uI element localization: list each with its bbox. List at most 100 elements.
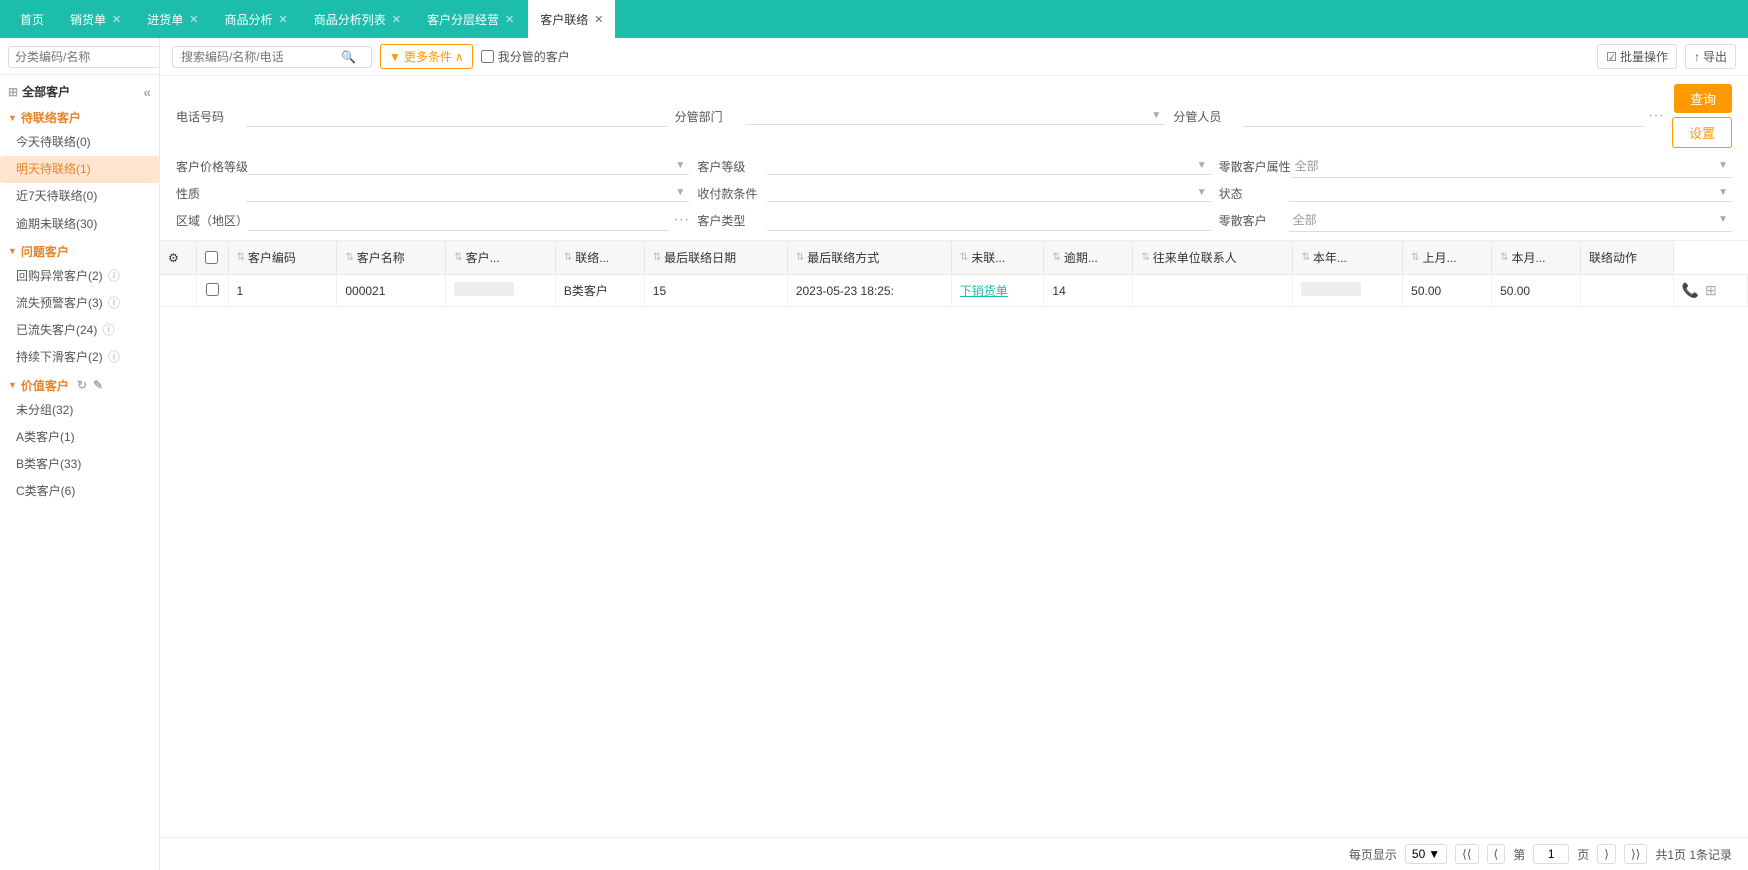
col-action-label: 联络动作: [1589, 249, 1637, 266]
nav-tab-product-analysis-close[interactable]: ✕: [279, 13, 288, 26]
row-last-month: 50.00: [1500, 284, 1530, 298]
sidebar-item-repurchase-abnormal[interactable]: 回购异常客户(2) ⓘ: [0, 263, 159, 290]
status-label: 状态: [1219, 185, 1289, 202]
nav-tab-customer-contact[interactable]: 客户联络 ✕: [528, 0, 615, 38]
row-cust-type: B类客户: [564, 284, 608, 298]
row-lcd: 2023-05-23 18:25:: [796, 284, 894, 298]
dept-select[interactable]: ▼: [745, 107, 1166, 125]
filter-bar: 🔍 ▼ 更多条件 ∧ 我分管的客户 ☑ 批量操作 ↑ 导出: [160, 38, 1748, 76]
my-customers-checkbox[interactable]: [481, 50, 494, 63]
sidebar-item-tomorrow-pending[interactable]: 明天待联络(1): [0, 156, 159, 183]
sidebar-item-a-class[interactable]: A类客户(1): [0, 424, 159, 451]
last-page-button[interactable]: ⟩⟩: [1624, 844, 1647, 864]
checkbox-icon: ☑: [1606, 50, 1617, 64]
gender-select[interactable]: ▼: [246, 184, 689, 202]
col-uc-label: 未联...: [971, 249, 1005, 266]
filter-field-dept: 分管部门 ▼: [675, 107, 1166, 125]
nav-tab-salesorder-close[interactable]: ✕: [112, 13, 121, 26]
page-label: 第: [1513, 846, 1525, 863]
nav-tab-customer-contact-label: 客户联络: [540, 11, 588, 28]
sidebar-item-tomorrow-pending-label: 明天待联络(1): [16, 162, 91, 176]
retail-attr-select[interactable]: 全部 ▼: [1291, 154, 1732, 178]
sidebar-all-customers-label[interactable]: 全部客户: [22, 83, 143, 100]
col-lcd-sort-icon: ⇅: [653, 252, 661, 263]
retail-cust-arrow-icon: ▼: [1718, 214, 1728, 225]
region-dots-icon[interactable]: ···: [673, 211, 689, 229]
chevron-up-icon: ∧: [455, 50, 464, 64]
payment-select[interactable]: ▼: [767, 184, 1210, 202]
export-button[interactable]: ↑ 导出: [1685, 44, 1736, 69]
retail-cust-select[interactable]: 全部 ▼: [1289, 208, 1732, 232]
sidebar-item-today-pending[interactable]: 今天待联络(0): [0, 129, 159, 156]
nav-home[interactable]: 首页: [8, 0, 56, 38]
phone-input[interactable]: [246, 106, 667, 127]
manager-dots-icon[interactable]: ···: [1648, 107, 1664, 125]
sidebar-item-churn-warning[interactable]: 流失预警客户(3) ⓘ: [0, 290, 159, 317]
manager-input[interactable]: [1243, 106, 1644, 127]
row-last-contact-method-cell: 下销货单: [951, 275, 1044, 307]
search-icon[interactable]: 🔍: [341, 50, 356, 64]
cust-type-input[interactable]: [767, 210, 1210, 231]
nav-tab-product-analysis-list[interactable]: 商品分析列表 ✕: [302, 0, 413, 38]
per-page-select[interactable]: 50 ▼: [1405, 844, 1447, 864]
nav-tab-customer-tier-close[interactable]: ✕: [505, 13, 514, 26]
more-conditions-button[interactable]: ▼ 更多条件 ∧: [380, 44, 473, 69]
sidebar-item-overdue-pending[interactable]: 逾期未联络(30): [0, 211, 159, 238]
sidebar-group-pending[interactable]: 待联络客户: [0, 104, 159, 129]
sidebar-item-b-class[interactable]: B类客户(33): [0, 451, 159, 478]
settings-button[interactable]: 设置: [1672, 117, 1732, 148]
sidebar-collapse-icon[interactable]: «: [143, 84, 151, 100]
nav-tab-purchaseorder-label: 进货单: [147, 11, 183, 28]
edit-icon[interactable]: ✎: [93, 378, 103, 392]
refresh-icon[interactable]: ↻: [77, 378, 87, 392]
my-customers-checkbox-label[interactable]: 我分管的客户: [481, 48, 570, 65]
col-overdue: ⇅ 逾期...: [1044, 241, 1133, 275]
gear-icon[interactable]: ⚙: [168, 251, 179, 265]
query-button[interactable]: 查询: [1674, 84, 1732, 113]
filter-field-region: 区域（地区） ···: [176, 210, 689, 231]
cust-level-select[interactable]: ▼: [767, 157, 1210, 175]
sidebar-group-problem[interactable]: 问题客户: [0, 238, 159, 263]
sidebar-item-churned[interactable]: 已流失客户(24) ⓘ: [0, 317, 159, 344]
row-gear-cell: [160, 275, 196, 307]
status-select[interactable]: ▼: [1289, 184, 1732, 202]
col-check: [196, 241, 228, 275]
row-contact-cell: 15: [644, 275, 787, 307]
action-grid-icon[interactable]: ⊞: [1705, 282, 1717, 299]
price-level-select[interactable]: ▼: [248, 157, 689, 175]
page-number-input[interactable]: [1533, 844, 1569, 864]
nav-tab-customer-contact-close[interactable]: ✕: [594, 13, 603, 26]
action-phone-icon[interactable]: 📞: [1682, 282, 1699, 299]
sidebar-search-input[interactable]: [8, 46, 160, 68]
sidebar-item-churn-warning-label: 流失预警客户(3): [16, 296, 103, 310]
region-input[interactable]: [248, 210, 669, 231]
select-all-checkbox[interactable]: [205, 251, 218, 264]
sidebar-item-c-class[interactable]: C类客户(6): [0, 478, 159, 505]
footer-bar: 每页显示 50 ▼ ⟨⟨ ⟨ 第 页 ⟩ ⟩⟩ 共1页 1条记录: [160, 837, 1748, 870]
nav-tab-purchaseorder-close[interactable]: ✕: [189, 13, 198, 26]
prev-page-button[interactable]: ⟨: [1487, 844, 1506, 864]
nav-tab-salesorder[interactable]: 销货单 ✕: [58, 0, 133, 38]
search-input[interactable]: [181, 50, 341, 64]
nav-tab-customer-tier[interactable]: 客户分层经营 ✕: [415, 0, 526, 38]
nav-tab-product-analysis-list-close[interactable]: ✕: [392, 13, 401, 26]
row-checkbox[interactable]: [206, 283, 219, 296]
sidebar-item-ungrouped[interactable]: 未分组(32): [0, 397, 159, 424]
next-page-button[interactable]: ⟩: [1597, 844, 1616, 864]
sidebar-item-declining[interactable]: 持续下滑客户(2) ⓘ: [0, 344, 159, 371]
sidebar-all-customers-header: ⊞ 全部客户 «: [0, 75, 159, 104]
sidebar-item-7day-pending[interactable]: 近7天待联络(0): [0, 183, 159, 210]
nav-tab-purchaseorder[interactable]: 进货单 ✕: [135, 0, 210, 38]
first-page-button[interactable]: ⟨⟨: [1455, 844, 1478, 864]
batch-operation-button[interactable]: ☑ 批量操作: [1597, 44, 1677, 69]
col-contact: ⇅ 联络...: [555, 241, 644, 275]
top-navigation: 首页 销货单 ✕ 进货单 ✕ 商品分析 ✕ 商品分析列表 ✕ 客户分层经营 ✕ …: [0, 0, 1748, 38]
row-contacts-blurred: [1301, 282, 1361, 296]
filter-row-1: 电话号码 分管部门 ▼ 分管人员 ··· 查询 设置: [176, 84, 1732, 148]
retail-attr-arrow-icon: ▼: [1718, 160, 1728, 171]
sidebar-group-value[interactable]: 价值客户 ↻ ✎: [0, 372, 159, 397]
col-cust-type: ⇅ 客户...: [446, 241, 556, 275]
nav-tab-product-analysis[interactable]: 商品分析 ✕: [212, 0, 299, 38]
col-action: 联络动作: [1580, 241, 1673, 275]
row-lcm-link[interactable]: 下销货单: [960, 284, 1008, 298]
